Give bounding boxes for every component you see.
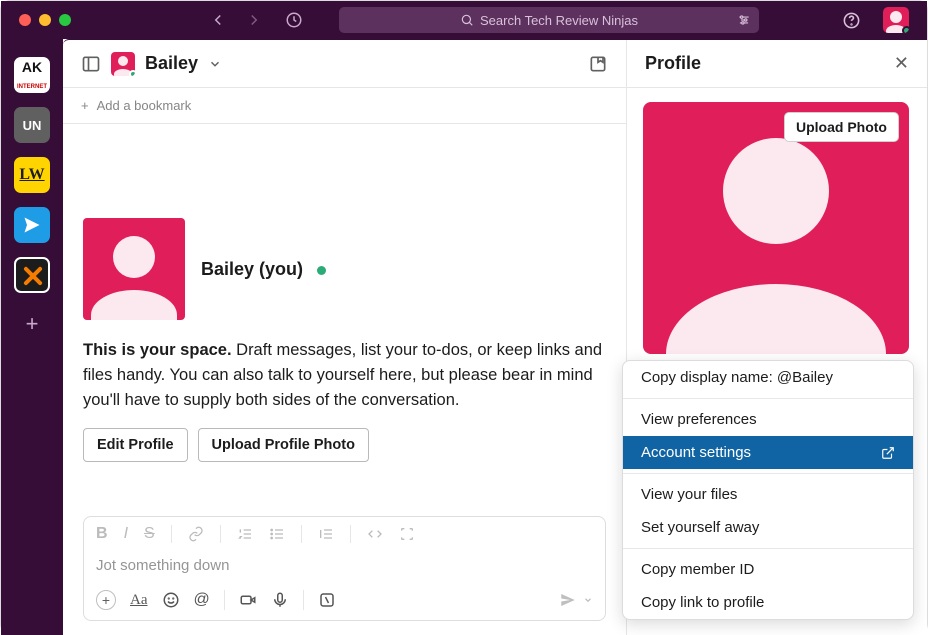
emoji-icon[interactable]: [162, 591, 180, 609]
channel-avatar-icon: [111, 52, 135, 76]
menu-account-settings[interactable]: Account settings: [623, 436, 913, 469]
attach-button[interactable]: +: [96, 590, 116, 610]
canvas-icon[interactable]: [588, 54, 608, 74]
bookmark-bar[interactable]: + Add a bookmark: [63, 88, 626, 124]
channel-name[interactable]: Bailey: [145, 53, 198, 74]
mention-icon[interactable]: @: [194, 591, 210, 609]
plus-icon: +: [81, 98, 89, 113]
intro-text: This is your space. Draft messages, list…: [83, 338, 606, 412]
search-filter-icon[interactable]: [737, 13, 751, 27]
profile-panel-title: Profile: [645, 53, 701, 74]
formatting-toggle-icon[interactable]: Aa: [130, 592, 148, 609]
workspace-switcher-3[interactable]: LW: [14, 157, 50, 193]
window-controls: [19, 14, 71, 26]
upload-photo-button[interactable]: Upload Photo: [784, 112, 899, 142]
maximize-window-icon[interactable]: [59, 14, 71, 26]
presence-dot-icon: [317, 266, 326, 275]
external-link-icon: [881, 446, 895, 460]
edit-profile-button[interactable]: Edit Profile: [83, 428, 188, 462]
main-column: Bailey + Add a bookmark Bailey (you): [63, 40, 627, 635]
composer-textarea[interactable]: Jot something down: [84, 551, 605, 584]
mic-icon[interactable]: [271, 591, 289, 609]
link-icon[interactable]: [188, 526, 204, 542]
back-button[interactable]: [209, 11, 227, 29]
workspace-switcher-1[interactable]: AKINTERNET: [14, 57, 50, 93]
profile-avatar-large: Upload Photo: [643, 102, 909, 354]
upload-profile-photo-button[interactable]: Upload Profile Photo: [198, 428, 369, 462]
minimize-window-icon[interactable]: [39, 14, 51, 26]
close-window-icon[interactable]: [19, 14, 31, 26]
close-panel-button[interactable]: ✕: [894, 53, 909, 74]
shortcuts-icon[interactable]: [318, 591, 336, 609]
split-view-icon[interactable]: [81, 54, 101, 74]
italic-icon[interactable]: I: [124, 525, 128, 543]
workspace-rail: AKINTERNET UN LW +: [1, 39, 63, 635]
search-input[interactable]: Search Tech Review Ninjas: [339, 7, 759, 33]
menu-view-files[interactable]: View your files: [623, 478, 913, 511]
ordered-list-icon[interactable]: [237, 526, 253, 542]
user-avatar-button[interactable]: [883, 7, 909, 33]
bullet-list-icon[interactable]: [269, 526, 285, 542]
menu-copy-profile-link[interactable]: Copy link to profile: [623, 586, 913, 619]
menu-copy-display-name[interactable]: Copy display name: @Bailey: [623, 361, 913, 394]
forward-button[interactable]: [245, 11, 263, 29]
add-workspace-button[interactable]: +: [26, 311, 39, 337]
bold-icon[interactable]: B: [96, 525, 108, 543]
menu-copy-member-id[interactable]: Copy member ID: [623, 553, 913, 586]
send-button[interactable]: [559, 591, 593, 609]
profile-context-menu: Copy display name: @Bailey View preferen…: [622, 360, 914, 620]
history-button[interactable]: [285, 11, 303, 29]
message-composer[interactable]: B I S Jot something down +: [83, 516, 606, 621]
workspace-switcher-4[interactable]: [14, 207, 50, 243]
video-icon[interactable]: [239, 591, 257, 609]
bookmark-hint: Add a bookmark: [97, 98, 192, 113]
history-nav: [209, 11, 263, 29]
search-placeholder: Search Tech Review Ninjas: [480, 13, 638, 28]
help-button[interactable]: [842, 11, 861, 30]
codeblock-icon[interactable]: [399, 526, 415, 542]
code-icon[interactable]: [367, 526, 383, 542]
self-display-name: Bailey (you): [201, 259, 303, 279]
menu-set-away[interactable]: Set yourself away: [623, 511, 913, 544]
workspace-switcher-2[interactable]: UN: [14, 107, 50, 143]
presence-indicator-icon: [902, 26, 909, 33]
composer-actions: + Aa @: [84, 584, 605, 620]
menu-view-preferences[interactable]: View preferences: [623, 403, 913, 436]
self-avatar-large: [83, 218, 185, 320]
chevron-down-icon[interactable]: [208, 57, 222, 71]
channel-header: Bailey: [63, 40, 626, 88]
strike-icon[interactable]: S: [144, 525, 155, 543]
workspace-switcher-5[interactable]: [14, 257, 50, 293]
blockquote-icon[interactable]: [318, 526, 334, 542]
composer-format-toolbar: B I S: [84, 517, 605, 551]
titlebar: Search Tech Review Ninjas: [1, 1, 927, 39]
